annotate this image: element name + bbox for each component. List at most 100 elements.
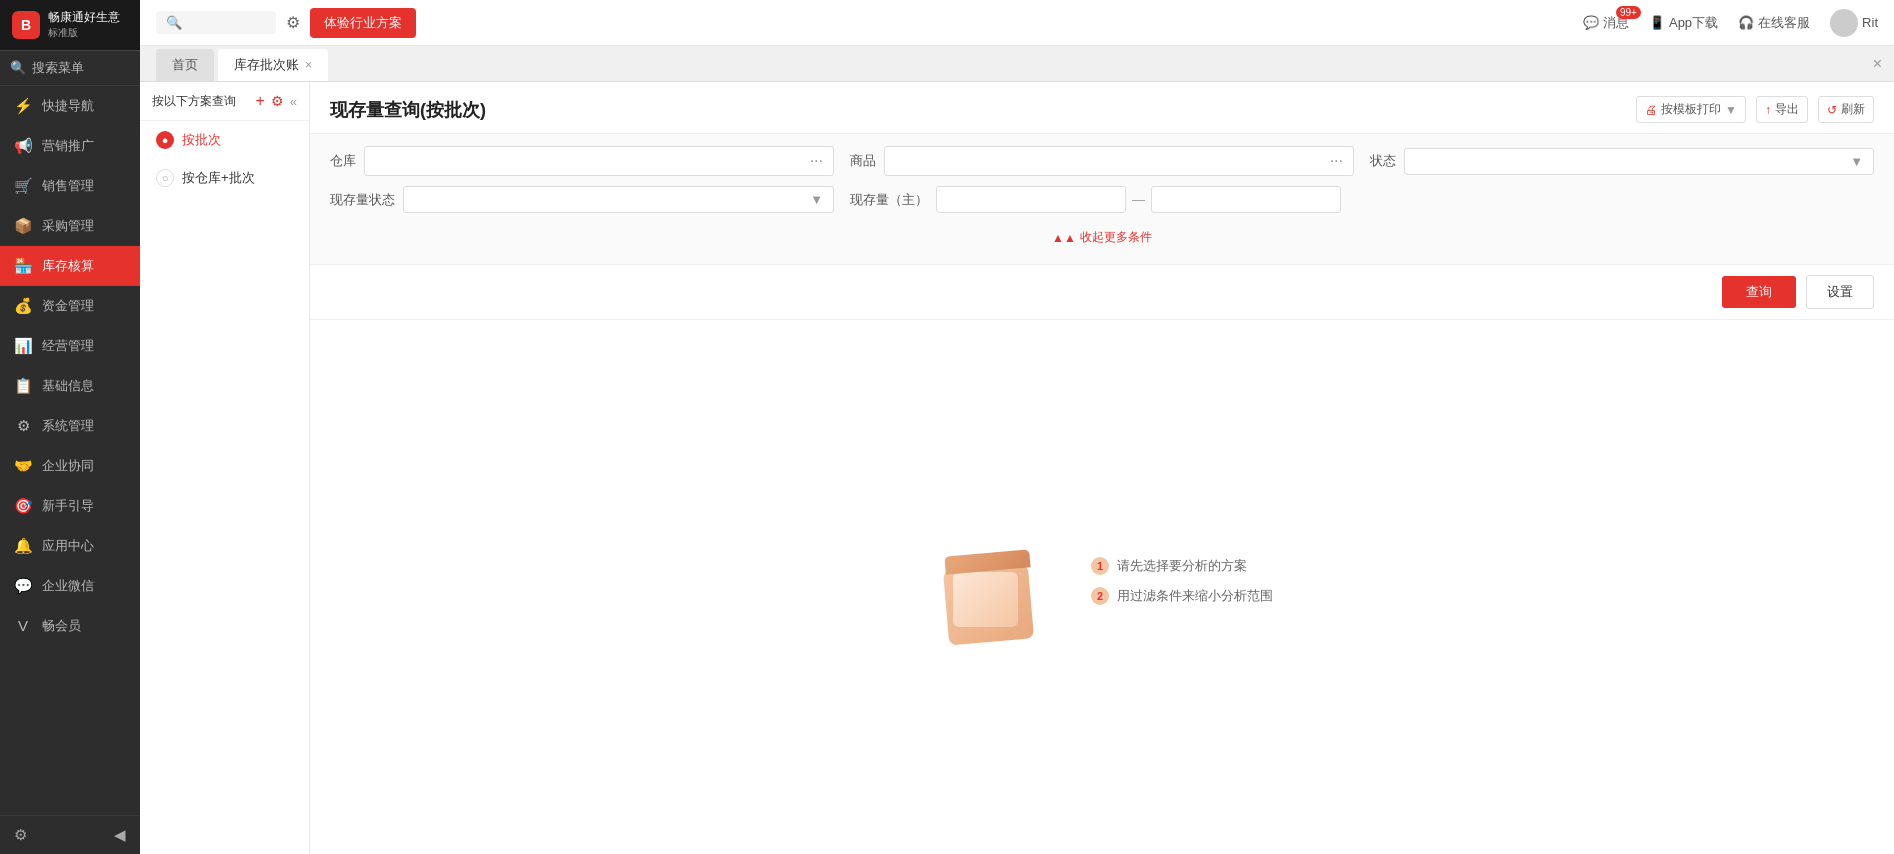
query-button[interactable]: 查询 (1722, 276, 1796, 308)
action-bar: 查询 设置 (310, 265, 1894, 320)
print-expand-icon[interactable]: ▼ (1725, 103, 1737, 117)
filter-inventory-qty: 现存量（主） — (850, 186, 1354, 213)
scheme-active-icon: ● (156, 131, 174, 149)
sidebar-item-marketing[interactable]: 📢 营销推广 (0, 126, 140, 166)
sidebar-item-finance[interactable]: 💰 资金管理 (0, 286, 140, 326)
empty-illustration (931, 527, 1051, 647)
settings-button[interactable]: 设置 (1806, 275, 1874, 309)
sidebar-nav: ⚡ 快捷导航 📢 营销推广 🛒 销售管理 📦 采购管理 🏪 库存核算 💰 资金管… (0, 86, 140, 815)
sidebar-collapse-icon[interactable]: ◀ (114, 826, 126, 844)
filter-status: 状态 ▼ (1370, 148, 1874, 175)
inventory-status-label: 现存量状态 (330, 191, 395, 209)
tab-home[interactable]: 首页 (156, 49, 214, 81)
sidebar-label-sales: 销售管理 (42, 177, 94, 195)
username-label: Rit (1862, 15, 1878, 30)
export-icon: ↑ (1765, 103, 1771, 117)
sidebar-header: B 畅康通好生意 标准版 (0, 0, 140, 51)
scheme-item-by-warehouse-batch[interactable]: ○ 按仓库+批次 (140, 159, 309, 197)
app-name-block: 畅康通好生意 标准版 (48, 10, 120, 40)
refresh-button[interactable]: ↺ 刷新 (1818, 96, 1874, 123)
goods-more-icon[interactable]: ··· (1330, 152, 1343, 170)
app-download-button[interactable]: 📱 App下载 (1649, 14, 1718, 32)
warehouse-input[interactable]: ··· (364, 146, 834, 176)
left-panel: 按以下方案查询 + ⚙ « ● 按批次 ○ 按仓库+批次 (140, 82, 310, 854)
sidebar-item-inventory[interactable]: 🏪 库存核算 (0, 246, 140, 286)
left-panel-header-actions: + ⚙ « (255, 92, 297, 110)
scheme-settings-icon[interactable]: ⚙ (271, 93, 284, 109)
messages-button[interactable]: 💬 消息 99+ (1583, 14, 1629, 32)
sidebar-search[interactable]: 🔍 搜索菜单 (0, 51, 140, 86)
sidebar-settings-icon[interactable]: ⚙ (14, 826, 27, 844)
sidebar-item-enterprise[interactable]: 🤝 企业协同 (0, 446, 140, 486)
sidebar-icon-system: ⚙ (14, 417, 32, 435)
filter-area: 仓库 ··· 商品 ··· 状态 (310, 134, 1894, 265)
qty-range-dash: — (1132, 192, 1145, 207)
sidebar-label-inventory: 库存核算 (42, 257, 94, 275)
filter-goods: 商品 ··· (850, 146, 1354, 176)
export-button[interactable]: ↑ 导出 (1756, 96, 1808, 123)
right-content: 现存量查询(按批次) 🖨 按模板打印 ▼ ↑ 导出 ↺ 刷新 (310, 82, 1894, 854)
warehouse-more-icon[interactable]: ··· (810, 152, 823, 170)
search-label: 搜索菜单 (32, 59, 84, 77)
inventory-qty-max[interactable] (1151, 186, 1341, 213)
topbar-search[interactable]: 🔍 (156, 11, 276, 34)
sidebar-item-quick-nav[interactable]: ⚡ 快捷导航 (0, 86, 140, 126)
sidebar-label-vip: 畅会员 (42, 617, 81, 635)
sidebar-item-guide[interactable]: 🎯 新手引导 (0, 486, 140, 526)
sidebar-item-system[interactable]: ⚙ 系统管理 (0, 406, 140, 446)
inventory-qty-min[interactable] (936, 186, 1126, 213)
search-icon: 🔍 (10, 60, 26, 75)
collapse-more-btn[interactable]: ▲▲ 收起更多条件 (330, 223, 1874, 252)
customer-service-button[interactable]: 🎧 在线客服 (1738, 14, 1810, 32)
step-2-text: 用过滤条件来缩小分析范围 (1117, 587, 1273, 605)
sidebar-icon-app-center: 🔔 (14, 537, 32, 555)
status-label: 状态 (1370, 152, 1396, 170)
sidebar-icon-quick-nav: ⚡ (14, 97, 32, 115)
sidebar-item-vip[interactable]: V 畅会员 (0, 606, 140, 646)
print-label: 按模板打印 (1661, 101, 1721, 118)
user-menu[interactable]: Rit (1830, 9, 1878, 37)
add-scheme-icon[interactable]: + (255, 92, 264, 110)
close-all-tabs-icon[interactable]: × (1861, 46, 1894, 81)
sidebar-item-wechat[interactable]: 💬 企业微信 (0, 566, 140, 606)
sidebar-icon-finance: 💰 (14, 297, 32, 315)
sidebar-icon-wechat: 💬 (14, 577, 32, 595)
tab-batch-account-label: 库存批次账 (234, 56, 299, 74)
trial-button[interactable]: 体验行业方案 (310, 8, 416, 38)
collapse-left-panel-icon[interactable]: « (290, 94, 297, 109)
sidebar-icon-sales: 🛒 (14, 177, 32, 195)
filter-row-2: 现存量状态 ▼ 现存量（主） — (330, 186, 1874, 213)
page-header: 现存量查询(按批次) 🖨 按模板打印 ▼ ↑ 导出 ↺ 刷新 (310, 82, 1894, 134)
sidebar-label-operations: 经营管理 (42, 337, 94, 355)
refresh-icon: ↺ (1827, 103, 1837, 117)
status-select[interactable]: ▼ (1404, 148, 1874, 175)
sidebar-item-basic-info[interactable]: 📋 基础信息 (0, 366, 140, 406)
sidebar-item-sales[interactable]: 🛒 销售管理 (0, 166, 140, 206)
left-panel-header-label: 按以下方案查询 (152, 93, 236, 110)
sidebar-icon-purchase: 📦 (14, 217, 32, 235)
sidebar-icon-vip: V (14, 617, 32, 635)
sidebar-label-finance: 资金管理 (42, 297, 94, 315)
inventory-status-select[interactable]: ▼ (403, 186, 834, 213)
scheme-by-batch-label: 按批次 (182, 131, 221, 149)
sidebar-label-enterprise: 企业协同 (42, 457, 94, 475)
sidebar-item-operations[interactable]: 📊 经营管理 (0, 326, 140, 366)
collapse-label: 收起更多条件 (1080, 229, 1152, 246)
goods-label: 商品 (850, 152, 876, 170)
inventory-status-arrow-icon: ▼ (810, 192, 823, 207)
print-button[interactable]: 🖨 按模板打印 ▼ (1636, 96, 1746, 123)
tab-batch-close-icon[interactable]: × (305, 58, 312, 72)
topbar-gear-icon[interactable]: ⚙ (286, 13, 300, 32)
topbar: 🔍 ⚙ 体验行业方案 💬 消息 99+ 📱 App下载 🎧 在线客服 Rit (140, 0, 1894, 46)
inventory-qty-label: 现存量（主） (850, 191, 928, 209)
sidebar-item-purchase[interactable]: 📦 采购管理 (0, 206, 140, 246)
step-1-num: 1 (1091, 557, 1109, 575)
message-icon: 💬 (1583, 15, 1599, 30)
refresh-label: 刷新 (1841, 101, 1865, 118)
tab-batch-account[interactable]: 库存批次账 × (218, 49, 328, 81)
sidebar-icon-marketing: 📢 (14, 137, 32, 155)
sidebar-item-app-center[interactable]: 🔔 应用中心 (0, 526, 140, 566)
goods-input[interactable]: ··· (884, 146, 1354, 176)
scheme-item-by-batch[interactable]: ● 按批次 (140, 121, 309, 159)
topbar-search-icon: 🔍 (166, 15, 182, 30)
